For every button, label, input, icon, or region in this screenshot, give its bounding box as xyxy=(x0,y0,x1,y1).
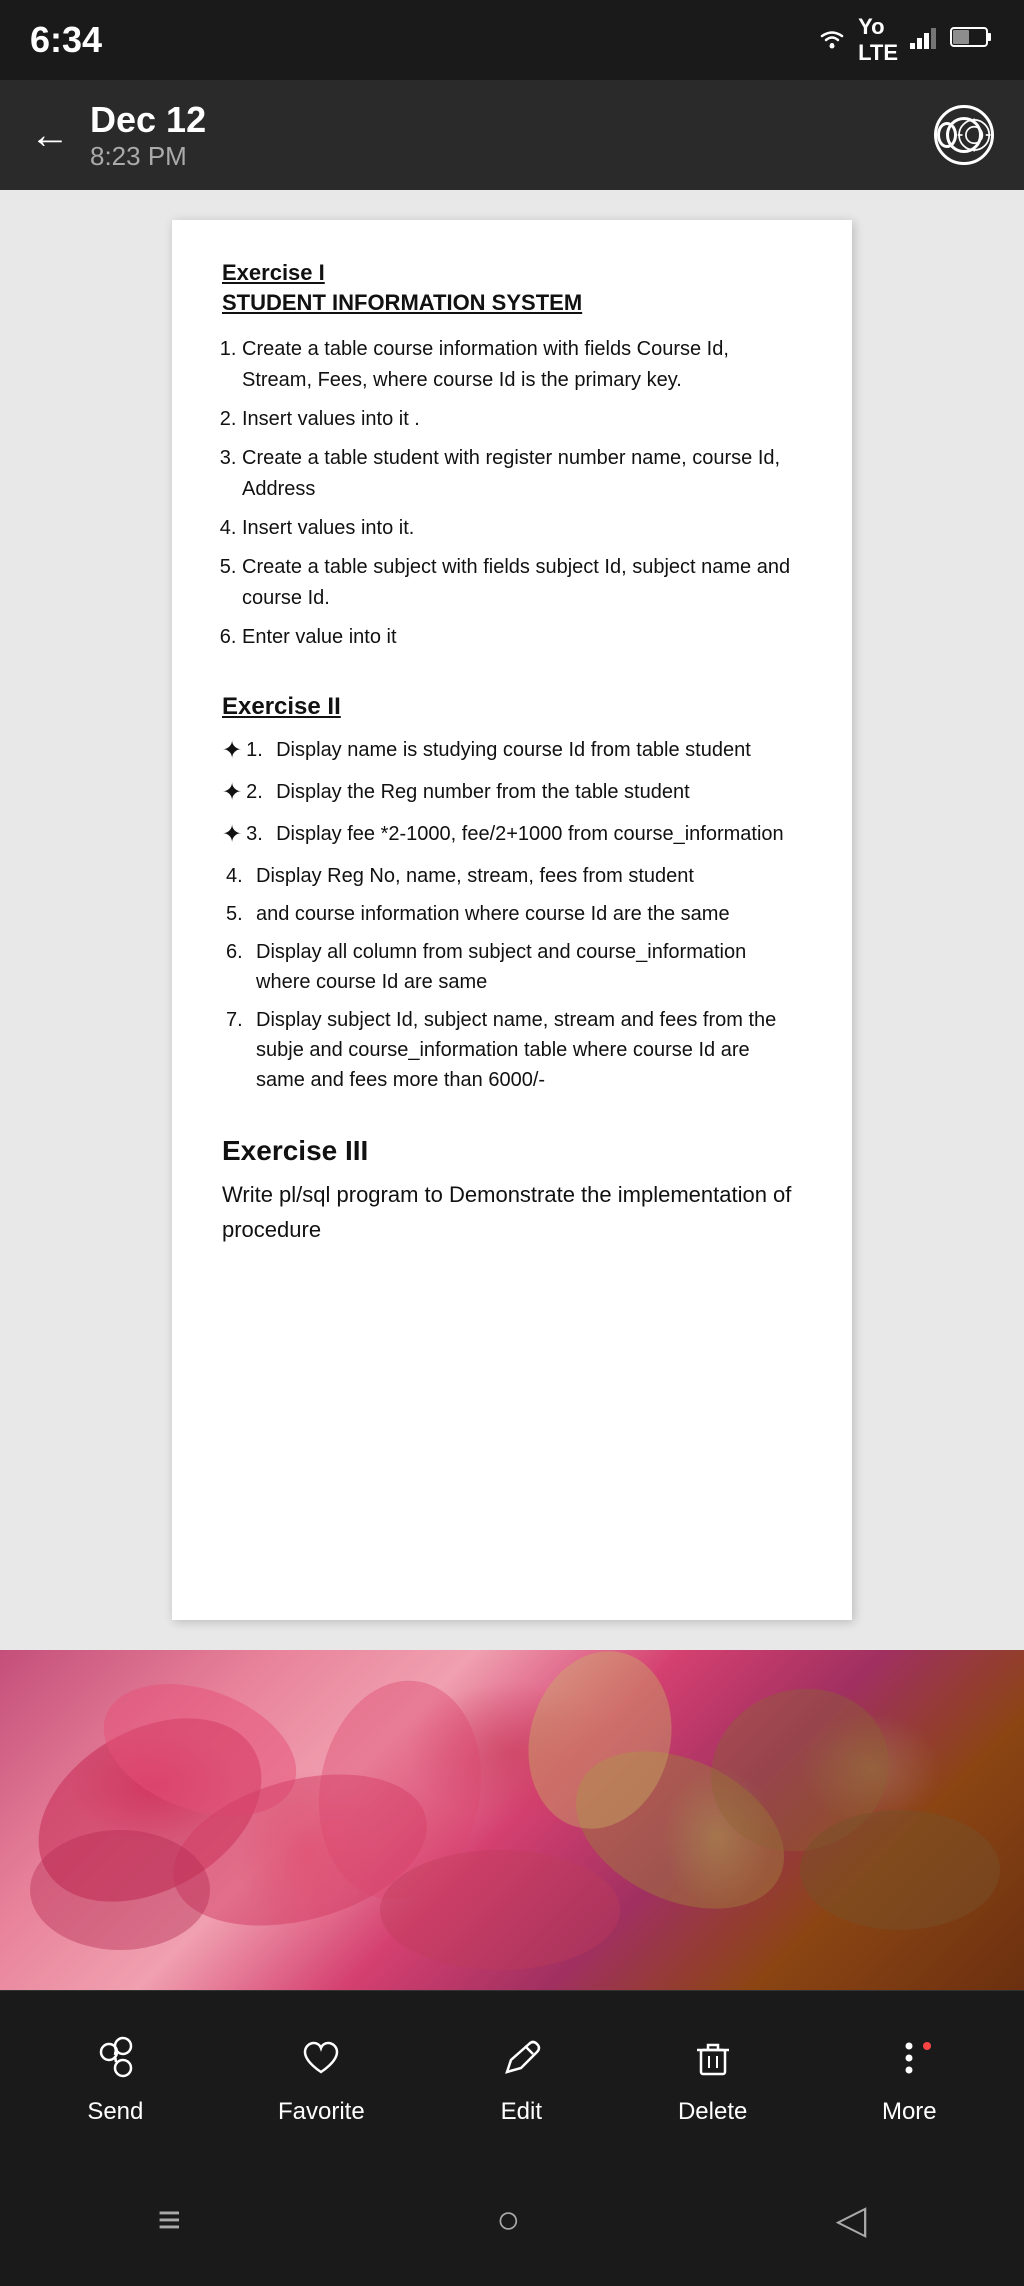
exercise2-title: Exercise II xyxy=(222,693,802,721)
exercise1-item2: Insert values into it . xyxy=(242,404,802,435)
edit-label: Edit xyxy=(501,2098,542,2126)
exercise1-item4: Insert values into it. xyxy=(242,513,802,544)
exercise1-subtitle: STUDENT INFORMATION SYSTEM xyxy=(222,290,802,316)
delete-label: Delete xyxy=(678,2098,747,2126)
header-title-block: Dec 12 8:23 PM xyxy=(90,99,206,172)
exercise1-body: Create a table course information with f… xyxy=(222,334,802,653)
exercise2-section: Exercise II ✦ 1. Display name is studyin… xyxy=(222,693,802,1095)
exercise2-item3: ✦ 3. Display fee *2-1000, fee/2+1000 fro… xyxy=(222,819,802,853)
exercise2-item1: ✦ 1. Display name is studying course Id … xyxy=(222,735,802,769)
status-bar: 6:34 YoLTE xyxy=(0,0,1024,80)
bullet1: ✦ xyxy=(222,733,242,769)
nav-menu-button[interactable]: ≡ xyxy=(158,2198,181,2243)
delete-icon xyxy=(691,2036,735,2090)
header-bar: ← Dec 12 8:23 PM xyxy=(0,80,1024,190)
nav-home-button[interactable]: ○ xyxy=(496,2198,520,2243)
more-button[interactable]: More xyxy=(882,2036,937,2126)
favorite-icon xyxy=(299,2036,343,2090)
send-label: Send xyxy=(87,2098,143,2126)
document-paper: Exercise I STUDENT INFORMATION SYSTEM Cr… xyxy=(172,220,852,1620)
exercise2-list: ✦ 1. Display name is studying course Id … xyxy=(222,735,802,1095)
exercise1-title: Exercise I xyxy=(222,260,802,286)
exercise1-item6: Enter value into it xyxy=(242,622,802,653)
nav-bar: ≡ ○ ◁ xyxy=(0,2170,1024,2270)
status-time: 6:34 xyxy=(30,19,102,61)
exercise2-item4: 4. Display Reg No, name, stream, fees fr… xyxy=(222,861,802,891)
favorite-button[interactable]: Favorite xyxy=(278,2036,365,2126)
edit-button[interactable]: Edit xyxy=(499,2036,543,2126)
exercise1-item3: Create a table student with register num… xyxy=(242,443,802,505)
exercise2-item7: 7. Display subject Id, subject name, str… xyxy=(222,1005,802,1095)
lte-icon: YoLTE xyxy=(858,14,898,66)
nav-back-button[interactable]: ◁ xyxy=(836,2197,867,2243)
bullet2: ✦ xyxy=(222,775,242,811)
exercise1-item1: Create a table course information with f… xyxy=(242,334,802,396)
more-icon xyxy=(887,2036,931,2090)
more-label: More xyxy=(882,2098,937,2126)
bullet3: ✦ xyxy=(222,817,242,853)
flower-image xyxy=(0,1650,1024,1990)
wifi-icon xyxy=(816,23,848,58)
header-left: ← Dec 12 8:23 PM xyxy=(30,99,206,172)
send-button[interactable]: Send xyxy=(87,2036,143,2126)
favorite-label: Favorite xyxy=(278,2098,365,2126)
exercise3-title: Exercise III xyxy=(222,1135,802,1167)
header-time: 8:23 PM xyxy=(90,141,206,172)
signal-icon xyxy=(908,23,940,58)
action-bar: Send Favorite Edit xyxy=(0,1990,1024,2170)
exercise2-item2: ✦ 2. Display the Reg number from the tab… xyxy=(222,777,802,811)
scan-icon[interactable] xyxy=(934,105,994,165)
edit-icon xyxy=(499,2036,543,2090)
delete-button[interactable]: Delete xyxy=(678,2036,747,2126)
battery-icon xyxy=(950,24,994,56)
send-icon xyxy=(93,2036,137,2090)
exercise3-section: Exercise III Write pl/sql program to Dem… xyxy=(222,1135,802,1247)
back-button[interactable]: ← xyxy=(30,113,70,158)
exercise2-item5: 5. and course information where course I… xyxy=(222,899,802,929)
exercise1-item5: Create a table subject with fields subje… xyxy=(242,552,802,614)
exercise2-item6: 6. Display all column from subject and c… xyxy=(222,937,802,997)
exercise1-section: Exercise I STUDENT INFORMATION SYSTEM Cr… xyxy=(222,260,802,653)
header-date: Dec 12 xyxy=(90,99,206,141)
exercise3-body: Write pl/sql program to Demonstrate the … xyxy=(222,1177,802,1247)
status-icons: YoLTE xyxy=(816,14,994,66)
document-area: Exercise I STUDENT INFORMATION SYSTEM Cr… xyxy=(0,190,1024,1650)
